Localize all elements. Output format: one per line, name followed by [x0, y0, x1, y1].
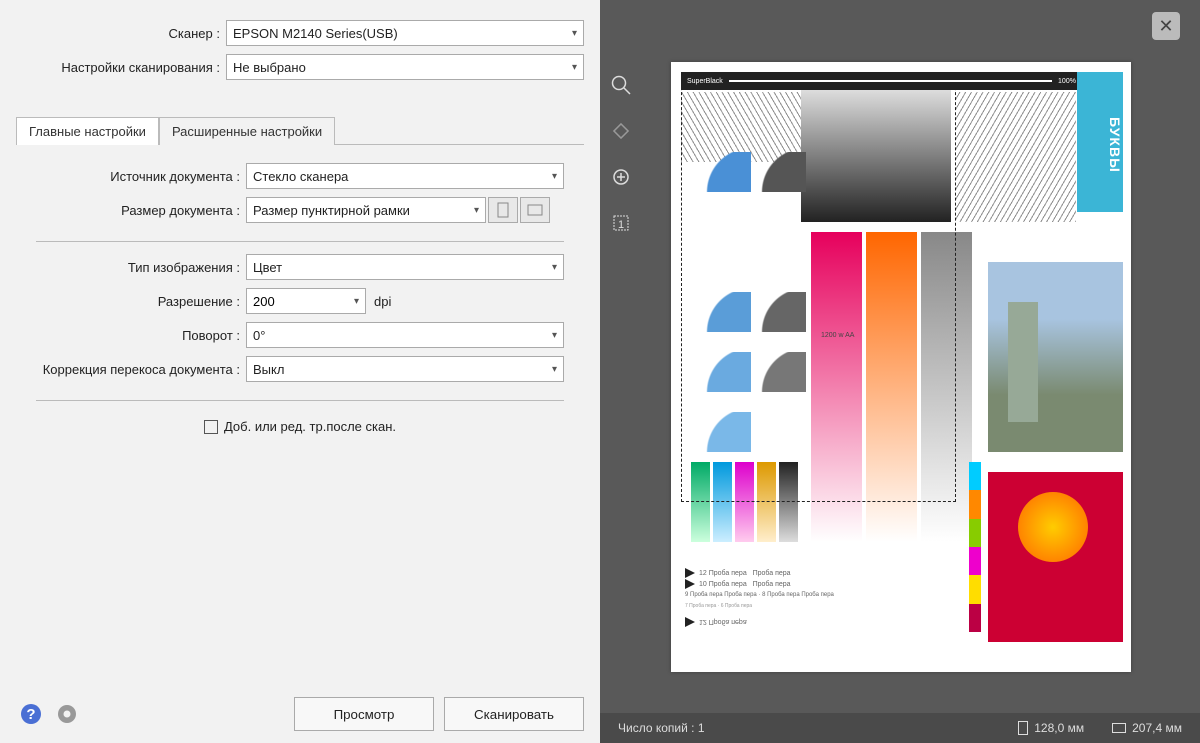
- scanner-label: Сканер :: [16, 26, 226, 41]
- plus-circle-icon: [610, 166, 632, 188]
- skew-value: Выкл: [253, 362, 284, 377]
- chevron-down-icon: ▾: [474, 205, 479, 216]
- scan-settings-value: Не выбрано: [233, 60, 306, 75]
- rotation-label: Поворот :: [36, 328, 246, 343]
- rotation-value: 0°: [253, 328, 265, 343]
- close-icon: ✕: [1158, 16, 1173, 37]
- chevron-down-icon: ▾: [552, 330, 557, 341]
- chevron-down-icon: ▾: [552, 171, 557, 182]
- help-button[interactable]: ?: [16, 699, 46, 729]
- doc-source-value: Стекло сканера: [253, 169, 348, 184]
- zoom-tool[interactable]: [606, 70, 636, 100]
- orientation-portrait-button[interactable]: [488, 197, 518, 223]
- height-icon: [1112, 723, 1126, 733]
- page-landscape-icon: [527, 203, 543, 217]
- preview-button[interactable]: Просмотр: [294, 697, 434, 731]
- chevron-down-icon: ▾: [552, 262, 557, 273]
- diamond-icon: [610, 120, 632, 142]
- chevron-down-icon: ▾: [572, 28, 577, 39]
- add-page-tool[interactable]: [606, 162, 636, 192]
- resolution-select[interactable]: 200 ▾: [246, 288, 366, 314]
- settings-button[interactable]: [52, 699, 82, 729]
- doc-size-value: Размер пунктирной рамки: [253, 203, 410, 218]
- skew-label: Коррекция перекоса документа :: [36, 362, 246, 377]
- orientation-landscape-button[interactable]: [520, 197, 550, 223]
- preview-bukvy-block: БУКВЫ: [1077, 72, 1123, 212]
- close-preview-button[interactable]: ✕: [1152, 12, 1180, 40]
- scanner-select[interactable]: EPSON M2140 Series(USB) ▾: [226, 20, 584, 46]
- resolution-value: 200: [253, 294, 275, 309]
- divider: [36, 241, 564, 242]
- scan-settings-select[interactable]: Не выбрано ▾: [226, 54, 584, 80]
- divider: [36, 400, 564, 401]
- chevron-down-icon: ▾: [552, 364, 557, 375]
- image-type-label: Тип изображения :: [36, 260, 246, 275]
- doc-size-select[interactable]: Размер пунктирной рамки ▾: [246, 197, 486, 223]
- resolution-unit: dpi: [374, 294, 391, 309]
- page-portrait-icon: [496, 202, 510, 218]
- tab-main[interactable]: Главные настройки: [16, 117, 159, 145]
- preview-photo-industrial: [988, 262, 1123, 452]
- rotation-select[interactable]: 0° ▾: [246, 322, 564, 348]
- doc-source-select[interactable]: Стекло сканера ▾: [246, 163, 564, 189]
- image-type-select[interactable]: Цвет ▾: [246, 254, 564, 280]
- scan-preview[interactable]: SuperBlack 100% Black БУКВЫ 1200 w AA 12…: [671, 62, 1131, 672]
- copies-label: Число копий :: [618, 721, 694, 735]
- doc-size-label: Размер документа :: [36, 203, 246, 218]
- preview-text-block: 12 Проба пера Проба пера 10 Проба пера П…: [681, 564, 971, 664]
- selection-marquee[interactable]: [681, 72, 956, 502]
- svg-text:1: 1: [618, 219, 624, 231]
- skew-select[interactable]: Выкл ▾: [246, 356, 564, 382]
- scan-button[interactable]: Сканировать: [444, 697, 584, 731]
- copies-value: 1: [698, 721, 705, 735]
- status-width: 128,0 мм: [1034, 721, 1084, 735]
- scan-settings-label: Настройки сканирования :: [16, 60, 226, 75]
- width-icon: [1018, 721, 1028, 735]
- scanner-value: EPSON M2140 Series(USB): [233, 26, 398, 41]
- rotate-tool[interactable]: [606, 116, 636, 146]
- status-height: 207,4 мм: [1132, 721, 1182, 735]
- edit-after-scan-label: Доб. или ред. тр.после скан.: [224, 419, 396, 434]
- page-one-icon: 1: [610, 212, 632, 234]
- gear-icon: [55, 702, 79, 726]
- chevron-down-icon: ▾: [572, 62, 577, 73]
- preview-status-bar: Число копий : 1 128,0 мм 207,4 мм: [600, 713, 1200, 743]
- chevron-down-icon: ▾: [354, 296, 359, 307]
- magnifier-icon: [610, 74, 632, 96]
- settings-tabs: Главные настройки Расширенные настройки: [16, 116, 584, 145]
- resolution-label: Разрешение :: [36, 294, 246, 309]
- preview-resolution-lines: [956, 92, 1076, 222]
- svg-text:?: ?: [26, 706, 35, 723]
- preview-photo-portrait: [988, 472, 1123, 642]
- page-number-tool[interactable]: 1: [606, 208, 636, 238]
- doc-source-label: Источник документа :: [36, 169, 246, 184]
- image-type-value: Цвет: [253, 260, 282, 275]
- edit-after-scan-checkbox[interactable]: [204, 420, 218, 434]
- tab-advanced[interactable]: Расширенные настройки: [159, 117, 335, 145]
- help-icon: ?: [19, 702, 43, 726]
